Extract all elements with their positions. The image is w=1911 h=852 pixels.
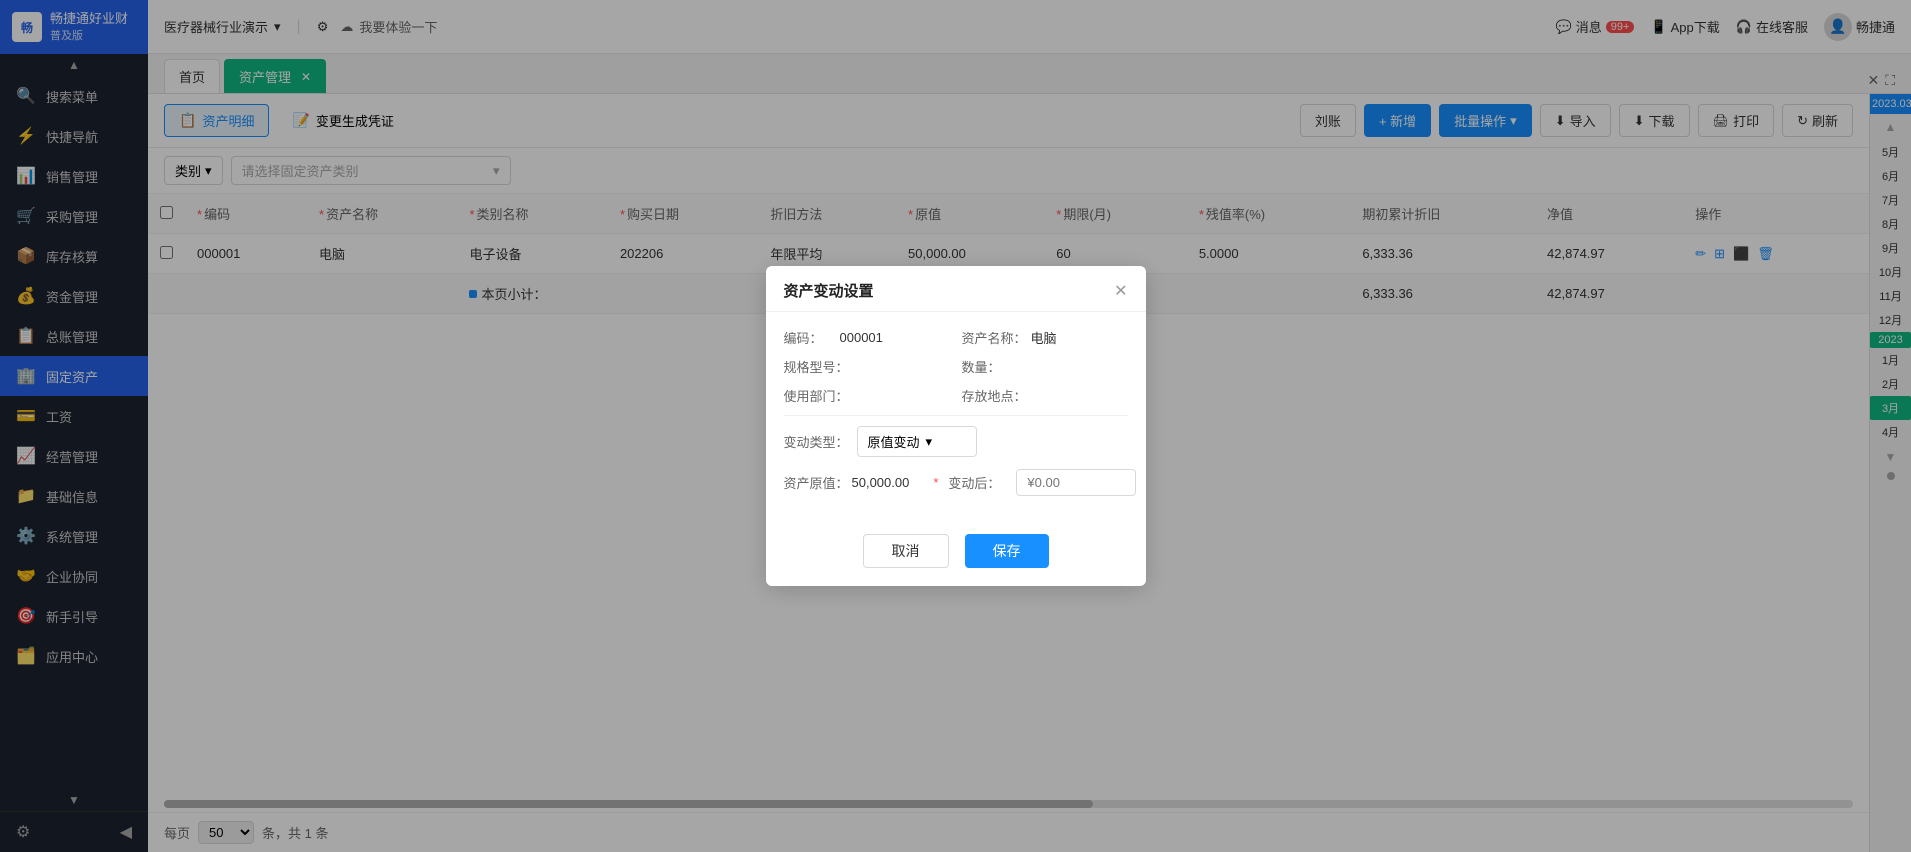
dialog-field-code: 编码： 000001 bbox=[784, 328, 950, 347]
asset-change-dialog: 资产变动设置 ✕ 编码： 000001 资产名称： 电脑 规格型号： bbox=[766, 266, 1146, 586]
asset-name-value: 电脑 bbox=[1031, 328, 1057, 347]
dialog-row-1: 编码： 000001 资产名称： 电脑 bbox=[784, 328, 1128, 347]
dialog-overlay[interactable]: 资产变动设置 ✕ 编码： 000001 资产名称： 电脑 规格型号： bbox=[0, 0, 1911, 852]
dialog-row-2: 规格型号： 数量： bbox=[784, 357, 1128, 376]
change-type-select[interactable]: 原值变动 ▾ bbox=[857, 426, 977, 457]
change-type-label: 变动类型： bbox=[784, 432, 849, 451]
dialog-divider bbox=[784, 415, 1128, 416]
quantity-label: 数量： bbox=[962, 357, 1014, 376]
asset-name-label: 资产名称： bbox=[962, 328, 1027, 347]
dialog-header: 资产变动设置 ✕ bbox=[766, 266, 1146, 312]
dept-label: 使用部门： bbox=[784, 386, 849, 405]
cancel-button[interactable]: 取消 bbox=[863, 534, 949, 568]
asset-value-display: 50,000.00 bbox=[852, 475, 910, 490]
dialog-field-location: 存放地点： bbox=[962, 386, 1128, 405]
spec-label: 规格型号： bbox=[784, 357, 849, 376]
dialog-title: 资产变动设置 bbox=[784, 280, 874, 301]
dialog-value-row: 资产原值： 50,000.00 * 变动后： bbox=[784, 469, 1128, 496]
dialog-change-type-row: 变动类型： 原值变动 ▾ bbox=[784, 426, 1128, 457]
after-change-input[interactable] bbox=[1016, 469, 1136, 496]
asset-value-label: 资产原值： bbox=[784, 473, 844, 492]
dialog-field-dept: 使用部门： bbox=[784, 386, 950, 405]
dialog-field-spec: 规格型号： bbox=[784, 357, 950, 376]
code-value: 000001 bbox=[840, 330, 883, 345]
dialog-close-button[interactable]: ✕ bbox=[1114, 281, 1127, 301]
after-change-label: 变动后： bbox=[948, 473, 1008, 492]
location-label: 存放地点： bbox=[962, 386, 1027, 405]
required-mark: * bbox=[933, 475, 938, 490]
dialog-field-asset-name: 资产名称： 电脑 bbox=[962, 328, 1128, 347]
change-type-value: 原值变动 bbox=[868, 432, 920, 451]
dialog-field-quantity: 数量： bbox=[962, 357, 1128, 376]
code-label: 编码： bbox=[784, 328, 836, 347]
chevron-down-icon: ▾ bbox=[926, 434, 933, 450]
save-button[interactable]: 保存 bbox=[965, 534, 1049, 568]
dialog-body: 编码： 000001 资产名称： 电脑 规格型号： 数量： bbox=[766, 312, 1146, 524]
dialog-footer: 取消 保存 bbox=[766, 524, 1146, 586]
dialog-row-3: 使用部门： 存放地点： bbox=[784, 386, 1128, 405]
